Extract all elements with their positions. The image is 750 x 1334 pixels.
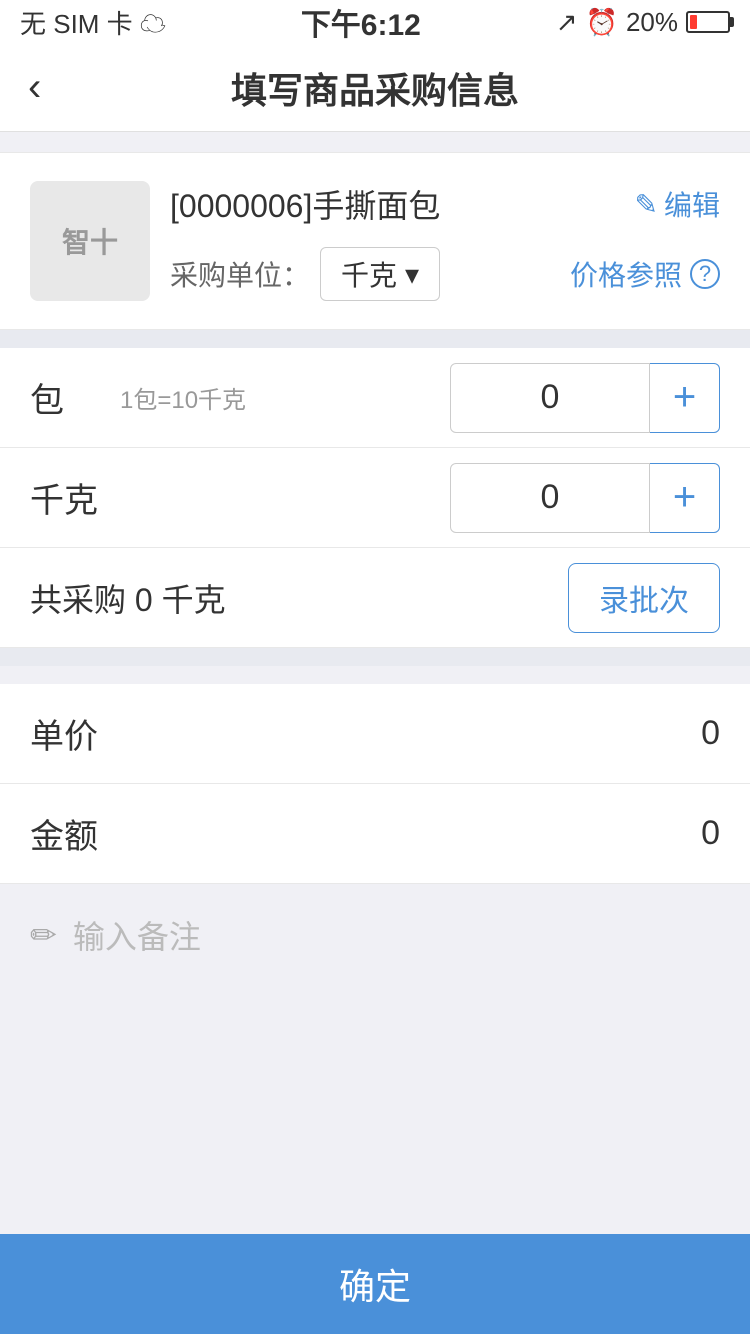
help-icon: ? [690, 259, 720, 289]
purchase-unit-row: 采购单位： 千克 ▾ 价格参照 ? [170, 247, 720, 301]
price-ref-button[interactable]: 价格参照 ? [570, 254, 720, 294]
kg-input-row: 千克 + [0, 448, 750, 548]
note-section[interactable]: ✏ 输入备注 [0, 884, 750, 986]
bag-input[interactable] [450, 363, 650, 433]
kg-label: 千克 [30, 473, 110, 522]
bag-input-control: + [450, 363, 720, 433]
bag-plus-button[interactable]: + [650, 363, 720, 433]
product-image-text: 智十 [62, 221, 118, 261]
confirm-button[interactable]: 确定 [0, 1234, 750, 1334]
price-section: 单价 0 金额 0 [0, 684, 750, 884]
kg-input-control: + [450, 463, 720, 533]
battery-fill [690, 15, 697, 29]
battery-icon [686, 11, 730, 33]
bag-label: 包 [30, 373, 110, 422]
amount-label: 金额 [30, 809, 98, 858]
status-time: 下午6:12 [301, 0, 421, 44]
status-right: ↗ ⏰ 20% [556, 7, 730, 38]
unit-price-row: 单价 0 [0, 684, 750, 784]
input-section: 包 1包=10千克 + 千克 + 共采购 0 千克 录批次 [0, 348, 750, 648]
kg-input[interactable] [450, 463, 650, 533]
edit-label: 编辑 [664, 184, 720, 224]
chevron-down-icon: ▾ [405, 258, 419, 291]
unit-price-value: 0 [701, 714, 720, 753]
product-card: 智十 [0000006]手撕面包 ✎ 编辑 采购单位： 千克 ▾ 价格参照 ? [0, 152, 750, 330]
product-image: 智十 [30, 181, 150, 301]
summary-text: 共采购 0 千克 [30, 575, 226, 621]
summary-row: 共采购 0 千克 录批次 [0, 548, 750, 648]
kg-plus-button[interactable]: + [650, 463, 720, 533]
status-bar: 无 SIM 卡 ☁ 下午6:12 ↗ ⏰ 20% [0, 0, 750, 44]
bag-sublabel: 1包=10千克 [120, 380, 450, 415]
alarm-icon: ⏰ [586, 7, 618, 38]
nav-bar: ‹ 填写商品采购信息 [0, 44, 750, 132]
purchase-unit-label: 采购单位： [170, 254, 310, 294]
price-ref-label: 价格参照 [570, 254, 682, 294]
status-left: 无 SIM 卡 ☁ [20, 4, 166, 41]
product-name: [0000006]手撕面包 [170, 181, 440, 227]
amount-value: 0 [701, 814, 720, 853]
product-info: [0000006]手撕面包 ✎ 编辑 采购单位： 千克 ▾ 价格参照 ? [170, 181, 720, 301]
pencil-icon: ✏ [30, 916, 57, 954]
product-name-row: [0000006]手撕面包 ✎ 编辑 [170, 181, 720, 227]
amount-row: 金额 0 [0, 784, 750, 884]
divider-1 [0, 330, 750, 348]
location-icon: ↗ [556, 7, 578, 38]
page-title: 填写商品采购信息 [231, 62, 519, 114]
note-placeholder: 输入备注 [73, 912, 201, 958]
battery-percent: 20% [626, 7, 678, 38]
sim-signal: 无 SIM 卡 ☁ [20, 4, 166, 41]
unit-price-label: 单价 [30, 709, 98, 758]
unit-value: 千克 [341, 254, 397, 294]
bag-input-row: 包 1包=10千克 + [0, 348, 750, 448]
edit-button[interactable]: ✎ 编辑 [635, 184, 720, 224]
divider-2 [0, 648, 750, 666]
unit-dropdown[interactable]: 千克 ▾ [320, 247, 440, 301]
batch-button[interactable]: 录批次 [568, 563, 720, 633]
back-button[interactable]: ‹ [28, 65, 41, 110]
edit-icon: ✎ [635, 188, 658, 221]
